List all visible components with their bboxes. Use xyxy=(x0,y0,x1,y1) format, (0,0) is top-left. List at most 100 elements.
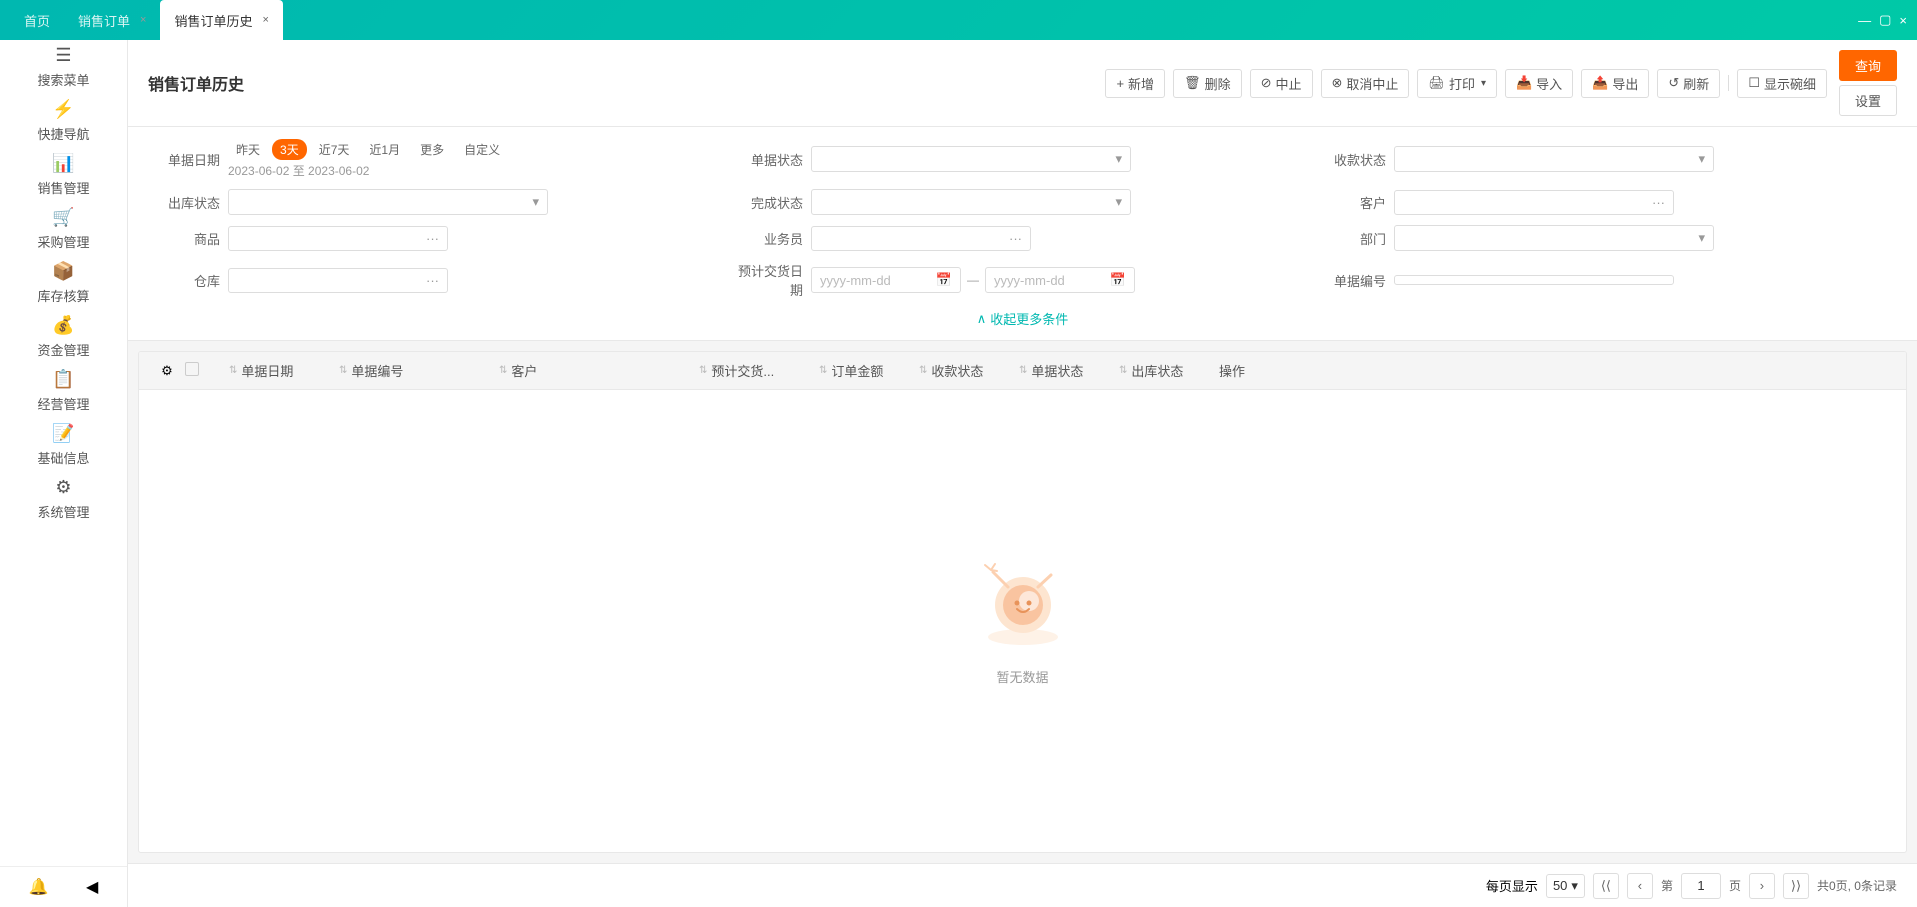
expected-date-start-input[interactable]: yyyy-mm-dd 📅 xyxy=(811,267,961,293)
out-status-select[interactable]: ▾ xyxy=(228,189,548,215)
bill-no-input[interactable] xyxy=(1394,275,1674,285)
print-button[interactable]: 🖨 打印 ▾ xyxy=(1417,69,1497,98)
filter-group-bill-no: 单据编号 xyxy=(1314,271,1897,290)
finance-icon: 💰 xyxy=(52,315,74,336)
th-client[interactable]: ⇅ 客户 xyxy=(491,361,691,380)
tab-sales-order-label: 销售订单 xyxy=(78,11,130,30)
sidebar-item-inventory-label: 库存核算 xyxy=(37,286,89,305)
sidebar-item-system[interactable]: ⚙ 系统管理 xyxy=(0,472,127,526)
refresh-button[interactable]: ↺ 刷新 xyxy=(1657,69,1720,98)
window-minimize-btn[interactable]: — xyxy=(1858,13,1871,28)
th-amount-label: 订单金额 xyxy=(831,361,883,380)
sidebar-item-purchase[interactable]: 🛒 采购管理 xyxy=(0,202,127,256)
settings-button[interactable]: 设置 xyxy=(1839,85,1897,116)
th-amount[interactable]: ⇅ 订单金额 xyxy=(811,361,911,380)
customer-dots-icon[interactable]: ··· xyxy=(1652,195,1665,210)
window-close-btn[interactable]: × xyxy=(1899,13,1907,28)
add-label: 新增 xyxy=(1128,74,1154,93)
filter-group-bill-status: 单据状态 ▾ xyxy=(731,146,1314,172)
sidebar-item-search[interactable]: ☰ 搜索菜单 xyxy=(0,40,127,94)
sidebar-bottom: 🔔 ◀ xyxy=(0,866,127,907)
calendar-end-icon[interactable]: 📅 xyxy=(1110,272,1126,288)
dept-select[interactable]: ▾ xyxy=(1394,225,1714,251)
bill-status-select[interactable]: ▾ xyxy=(811,146,1131,172)
import-button[interactable]: 📥 导入 xyxy=(1505,69,1573,98)
page-number-input[interactable] xyxy=(1681,873,1721,899)
product-dots-icon[interactable]: ··· xyxy=(426,231,439,246)
notification-icon[interactable]: 🔔 xyxy=(29,877,49,897)
tab-sales-history-close[interactable]: × xyxy=(262,14,268,26)
collapse-button[interactable]: ∧ 收起更多条件 xyxy=(977,309,1069,328)
filter-group-expected-date: 预计交货日期 yyyy-mm-dd 📅 — yyyy-mm-dd 📅 xyxy=(731,261,1314,299)
receipt-status-select[interactable]: ▾ xyxy=(1394,146,1714,172)
delete-button[interactable]: 🗑 删除 xyxy=(1173,69,1242,98)
sidebar-collapse-icon[interactable]: ◀ xyxy=(86,877,98,897)
stop-icon: ⊘ xyxy=(1261,75,1272,91)
stop-button[interactable]: ⊘ 中止 xyxy=(1250,69,1313,98)
sidebar-item-operation[interactable]: 📋 经营管理 xyxy=(0,364,127,418)
date-7days[interactable]: 近7天 xyxy=(311,139,358,160)
complete-status-select[interactable]: ▾ xyxy=(811,189,1131,215)
tab-sales-history-label: 销售订单历史 xyxy=(174,11,252,30)
salesperson-dots-icon[interactable]: ··· xyxy=(1009,231,1022,246)
product-input[interactable]: ··· xyxy=(228,226,448,251)
date-more[interactable]: 更多 xyxy=(412,139,452,160)
select-all-checkbox[interactable] xyxy=(185,362,221,379)
date-yesterday[interactable]: 昨天 xyxy=(228,139,268,160)
bill-status-arrow-icon: ▾ xyxy=(1115,151,1122,167)
salesperson-input[interactable]: ··· xyxy=(811,226,1031,251)
sidebar-item-basic[interactable]: 📝 基础信息 xyxy=(0,418,127,472)
sidebar-item-finance[interactable]: 💰 资金管理 xyxy=(0,310,127,364)
customer-input[interactable]: ··· xyxy=(1394,190,1674,215)
th-receipt-status[interactable]: ⇅ 收款状态 xyxy=(911,361,1011,380)
total-info: 共0页, 0条记录 xyxy=(1817,877,1897,894)
th-delivery-sort-icon: ⇅ xyxy=(699,365,707,376)
expected-date-end-input[interactable]: yyyy-mm-dd 📅 xyxy=(985,267,1135,293)
sidebar-item-inventory[interactable]: 📦 库存核算 xyxy=(0,256,127,310)
inventory-icon: 📦 xyxy=(52,261,74,282)
th-receipt-label: 收款状态 xyxy=(931,361,983,380)
date-custom[interactable]: 自定义 xyxy=(456,139,508,160)
query-button[interactable]: 查询 xyxy=(1839,50,1897,81)
th-bill-status[interactable]: ⇅ 单据状态 xyxy=(1011,361,1111,380)
checkbox-box xyxy=(185,362,199,376)
th-no[interactable]: ⇅ 单据编号 xyxy=(331,361,491,380)
import-icon: 📥 xyxy=(1516,75,1532,91)
add-button[interactable]: + 新增 xyxy=(1105,69,1165,98)
window-restore-btn[interactable]: ▢ xyxy=(1879,12,1891,28)
warehouse-input[interactable]: ··· xyxy=(228,268,448,293)
sidebar-item-operation-label: 经营管理 xyxy=(37,394,89,413)
next-page-icon: › xyxy=(1760,878,1764,893)
sidebar-item-sales[interactable]: 📊 销售管理 xyxy=(0,148,127,202)
sales-icon: 📊 xyxy=(52,153,74,174)
date-3days[interactable]: 3天 xyxy=(272,139,307,160)
page-size-select[interactable]: 50 ▾ xyxy=(1546,874,1585,898)
calendar-start-icon[interactable]: 📅 xyxy=(936,272,952,288)
cancel-stop-button[interactable]: ⊗ 取消中止 xyxy=(1321,69,1410,98)
filter-group-receipt-status: 收款状态 ▾ xyxy=(1314,146,1897,172)
column-settings-icon[interactable]: ⚙ xyxy=(149,363,185,379)
tab-sales-order[interactable]: 销售订单 × xyxy=(64,0,160,40)
dept-arrow-icon: ▾ xyxy=(1698,230,1705,246)
first-page-button[interactable]: ⟨⟨ xyxy=(1593,873,1619,899)
sidebar-item-quick-nav[interactable]: ⚡ 快捷导航 xyxy=(0,94,127,148)
th-out-status[interactable]: ⇅ 出库状态 xyxy=(1111,361,1211,380)
tab-sales-history[interactable]: 销售订单历史 × xyxy=(160,0,282,40)
refresh-label: 刷新 xyxy=(1683,74,1709,93)
th-bill-label: 单据状态 xyxy=(1031,361,1083,380)
warehouse-dots-icon[interactable]: ··· xyxy=(426,273,439,288)
date-1month[interactable]: 近1月 xyxy=(361,139,408,160)
tab-home[interactable]: 首页 xyxy=(10,0,64,40)
th-delivery[interactable]: ⇅ 预计交货... xyxy=(691,361,811,380)
export-button[interactable]: 📤 导出 xyxy=(1581,69,1649,98)
tab-sales-order-close[interactable]: × xyxy=(140,14,146,26)
prev-page-button[interactable]: ‹ xyxy=(1627,873,1653,899)
page-title: 销售订单历史 xyxy=(148,71,1105,95)
last-page-button[interactable]: ⟩⟩ xyxy=(1783,873,1809,899)
th-date[interactable]: ⇅ 单据日期 xyxy=(221,361,331,380)
display-cols-button[interactable]: ☐ 显示碗细 xyxy=(1737,69,1827,98)
dept-label: 部门 xyxy=(1314,229,1394,248)
sidebar-item-search-label: 搜索菜单 xyxy=(37,70,89,89)
out-status-label: 出库状态 xyxy=(148,193,228,212)
next-page-button[interactable]: › xyxy=(1749,873,1775,899)
